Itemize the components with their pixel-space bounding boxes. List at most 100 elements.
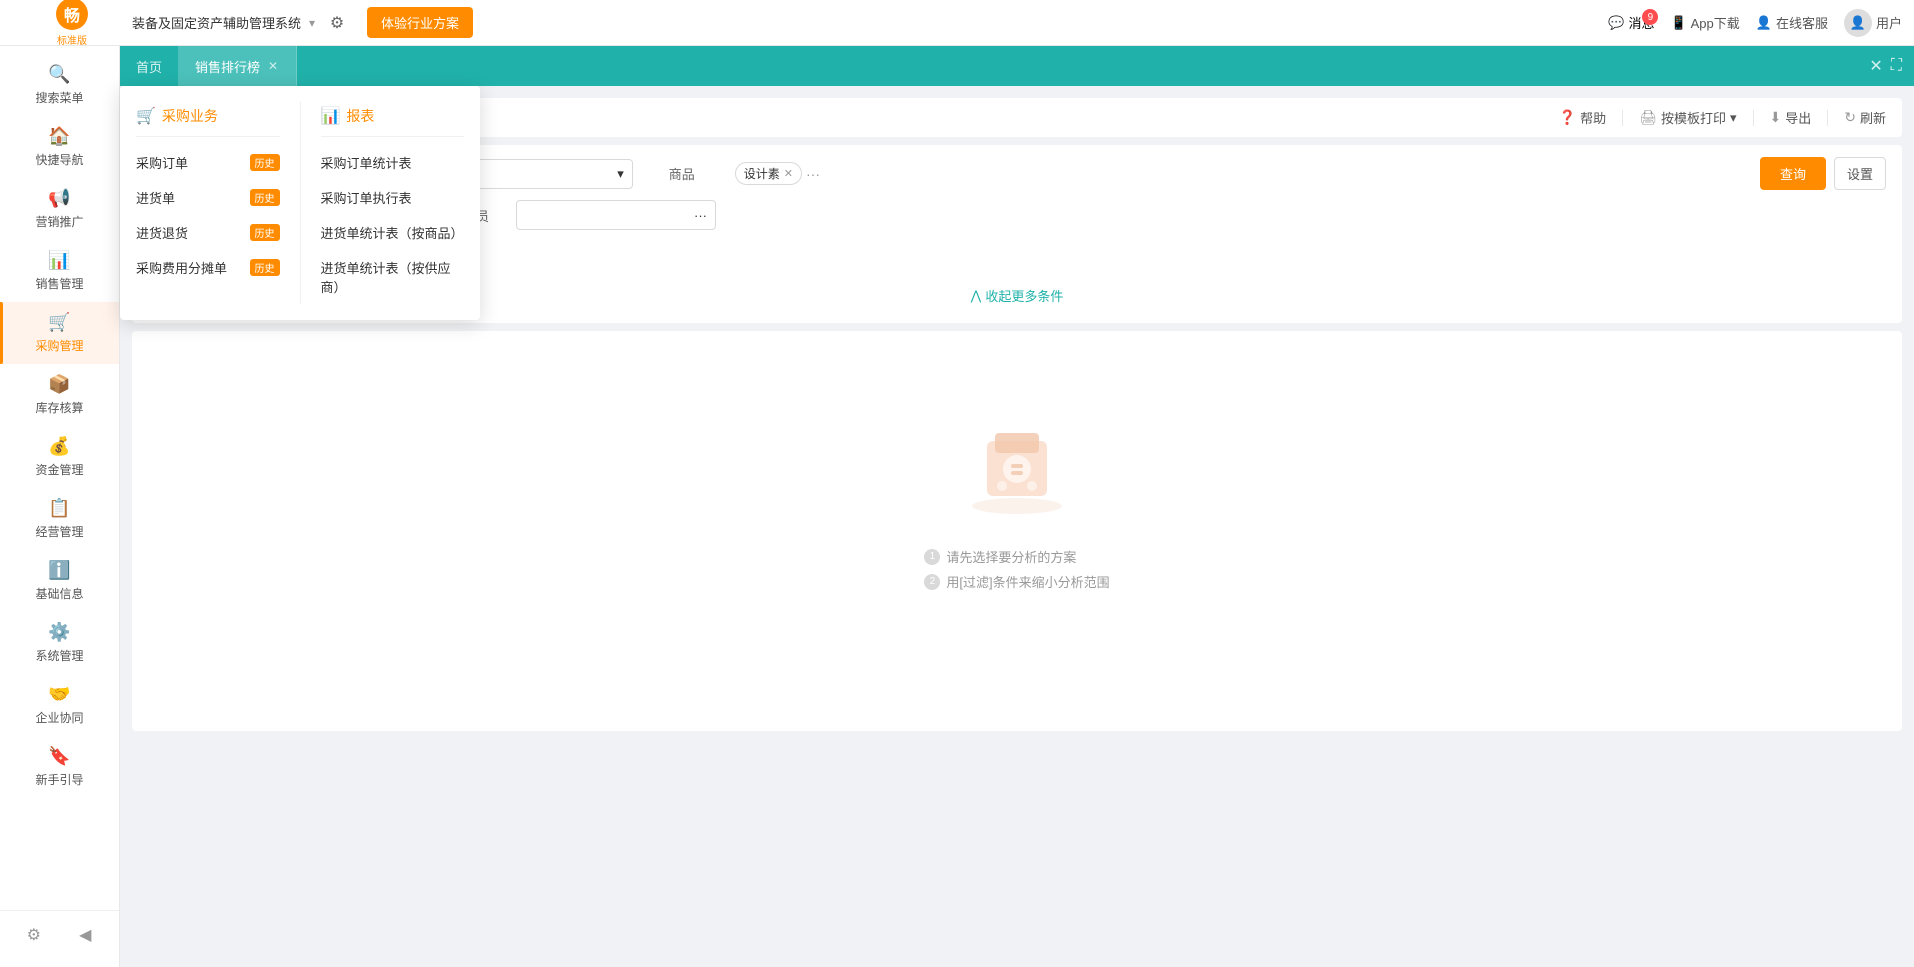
dropdown-item-order-exec[interactable]: 采购订单执行表 <box>321 180 465 215</box>
dropdown-item-purchase-order-label: 采购订单 <box>136 153 188 172</box>
dropdown-arrow-icon[interactable]: ▾ <box>309 16 315 30</box>
sidebar-item-basic[interactable]: ℹ️ 基础信息 <box>0 550 119 612</box>
home-icon: 🏠 <box>48 126 70 147</box>
sidebar-footer-settings-btn[interactable]: ⚙ <box>20 921 48 949</box>
dropdown-item-purchase-order[interactable]: 采购订单 历史 <box>136 145 280 180</box>
tab-home-label: 首页 <box>136 57 162 76</box>
sidebar-item-marketing-label: 营销推广 <box>35 213 83 230</box>
sidebar-item-purchase[interactable]: 🛒 采购管理 <box>0 302 119 364</box>
sidebar-item-operations[interactable]: 📋 经营管理 <box>0 488 119 550</box>
tab-bar-expand-btn[interactable]: ⛶ <box>1891 57 1902 75</box>
header-right: 💬 消息 9 📱 App下载 👤 在线客服 👤 用户 <box>1608 9 1902 37</box>
goods-more-icon[interactable]: ··· <box>806 166 820 182</box>
print-btn[interactable]: 🖨 按模板打印 ▾ <box>1639 108 1736 127</box>
avatar: 👤 <box>1844 9 1872 37</box>
online-service-btn[interactable]: 👤 在线客服 <box>1756 13 1828 32</box>
message-icon: 💬 <box>1608 15 1624 31</box>
dropdown-report-header: 📊 报表 <box>321 102 465 137</box>
goods-tag-value: 设计素 <box>744 165 780 182</box>
sidebar-item-guide-label: 新手引导 <box>35 771 83 788</box>
collapse-label: 收起更多条件 <box>985 286 1063 305</box>
dropdown-item-expense[interactable]: 采购费用分摊单 历史 <box>136 250 280 285</box>
sidebar-item-operations-label: 经营管理 <box>35 523 83 540</box>
goods-tag[interactable]: 设计素 ✕ <box>735 162 802 185</box>
sidebar-item-inventory[interactable]: 📦 库存核算 <box>0 364 119 426</box>
system-settings-icon[interactable]: ⚙ <box>323 9 351 37</box>
query-btn[interactable]: 查询 <box>1760 157 1826 190</box>
print-label: 按模板打印 <box>1661 108 1726 127</box>
refresh-icon: ↻ <box>1844 109 1856 126</box>
toolbar-divider-3 <box>1827 110 1828 126</box>
dropdown-item-inbound-stat-supplier[interactable]: 进货单统计表（按供应商） <box>321 250 465 304</box>
sidebar-item-guide[interactable]: 🔖 新手引导 <box>0 736 119 798</box>
user-btn[interactable]: 👤 用户 <box>1844 9 1902 37</box>
report-header-icon: 📊 <box>321 106 341 126</box>
salesman-filter-group: 业务员 ··· <box>450 200 716 230</box>
result-area: 1 请先选择要分析的方案 2 用[过滤]条件来缩小分析范围 <box>132 331 1902 731</box>
sales-icon: 📊 <box>48 250 70 271</box>
sidebar-item-sales-label: 销售管理 <box>35 275 83 292</box>
tab-sales-rank[interactable]: 销售排行榜 ✕ <box>179 46 297 86</box>
sidebar-item-inventory-label: 库存核算 <box>35 399 83 416</box>
tab-sales-rank-label: 销售排行榜 <box>195 57 260 76</box>
print-dropdown-icon[interactable]: ▾ <box>1730 110 1737 126</box>
sidebar-item-basic-label: 基础信息 <box>35 585 83 602</box>
sidebar-item-finance[interactable]: 💰 资金管理 <box>0 426 119 488</box>
empty-state: 1 请先选择要分析的方案 2 用[过滤]条件来缩小分析范围 <box>132 331 1902 671</box>
purchase-header-icon: 🛒 <box>136 106 156 126</box>
sidebar-footer-collapse-btn[interactable]: ◀ <box>71 921 99 949</box>
toolbar-divider-1 <box>1622 110 1623 126</box>
dropdown-divider <box>300 102 301 304</box>
sidebar-item-marketing[interactable]: 📢 营销推广 <box>0 178 119 240</box>
salesman-select[interactable]: ··· <box>516 200 716 230</box>
online-service-label: 在线客服 <box>1776 13 1828 32</box>
refresh-btn[interactable]: ↻ 刷新 <box>1844 108 1886 127</box>
print-icon: 🖨 <box>1639 109 1657 126</box>
empty-tip-1-text: 请先选择要分析的方案 <box>946 547 1076 566</box>
tab-bar: 首页 销售排行榜 ✕ ✕ ⛶ <box>120 46 1914 86</box>
dropdown-purchase-col: 🛒 采购业务 采购订单 历史 进货单 历史 进货退货 历史 采购费用分摊单 历史 <box>120 102 296 304</box>
sidebar-item-quicknav[interactable]: 🏠 快捷导航 <box>0 116 119 178</box>
industry-btn[interactable]: 体验行业方案 <box>367 7 473 38</box>
tab-home[interactable]: 首页 <box>120 46 179 86</box>
dropdown-item-order-stat[interactable]: 采购订单统计表 <box>321 145 465 180</box>
message-btn[interactable]: 💬 消息 9 <box>1608 13 1654 32</box>
sidebar-item-system-label: 系统管理 <box>35 647 83 664</box>
sidebar-item-sales[interactable]: 📊 销售管理 <box>0 240 119 302</box>
sidebar-item-enterprise-label: 企业协同 <box>35 709 83 726</box>
sidebar-item-system[interactable]: ⚙️ 系统管理 <box>0 612 119 674</box>
dropdown-item-order-exec-label: 采购订单执行表 <box>321 188 412 207</box>
user-label: 用户 <box>1876 13 1902 32</box>
sidebar-item-enterprise[interactable]: 🤝 企业协同 <box>0 674 119 736</box>
salesman-select-dots[interactable]: ··· <box>694 208 707 223</box>
tab-bar-right: ✕ ⛶ <box>1857 56 1914 76</box>
dropdown-purchase-title: 采购业务 <box>162 106 218 126</box>
system-icon: ⚙️ <box>48 622 70 643</box>
goods-filter-group: 商品 设计素 ✕ ··· <box>669 162 820 185</box>
finance-icon: 💰 <box>48 436 70 457</box>
dropdown-item-return[interactable]: 进货退货 历史 <box>136 215 280 250</box>
active-indicator <box>0 302 3 364</box>
dropdown-item-inbound-stat-goods[interactable]: 进货单统计表（按商品） <box>321 215 465 250</box>
basic-icon: ℹ️ <box>48 560 70 581</box>
help-btn[interactable]: ❓ 帮助 <box>1559 108 1606 127</box>
empty-illustration <box>957 411 1077 531</box>
tab-close-icon[interactable]: ✕ <box>266 57 280 75</box>
sidebar-item-quicknav-label: 快捷导航 <box>35 151 83 168</box>
system-title: 装备及固定资产辅助管理系统 ▾ ⚙ 体验行业方案 <box>132 7 1608 38</box>
dropdown-item-order-stat-label: 采购订单统计表 <box>321 153 412 172</box>
export-btn[interactable]: ⬇ 导出 <box>1770 108 1812 127</box>
operations-icon: 📋 <box>48 498 70 519</box>
toolbar-divider-2 <box>1753 110 1754 126</box>
logo-text: 标准版 <box>57 32 87 47</box>
dropdown-item-inbound[interactable]: 进货单 历史 <box>136 180 280 215</box>
help-label: 帮助 <box>1580 108 1606 127</box>
dropdown-item-inbound-badge: 历史 <box>250 189 280 206</box>
tab-bar-close-btn[interactable]: ✕ <box>1869 56 1882 76</box>
goods-tag-close-icon[interactable]: ✕ <box>784 167 793 180</box>
sidebar-item-search-label: 搜索菜单 <box>35 89 83 106</box>
sidebar-item-search[interactable]: 🔍 搜索菜单 <box>0 54 119 116</box>
app-download-btn[interactable]: 📱 App下载 <box>1670 13 1739 32</box>
settings-btn[interactable]: 设置 <box>1834 157 1886 190</box>
empty-tip-2-text: 用[过滤]条件来缩小分析范围 <box>946 572 1109 591</box>
